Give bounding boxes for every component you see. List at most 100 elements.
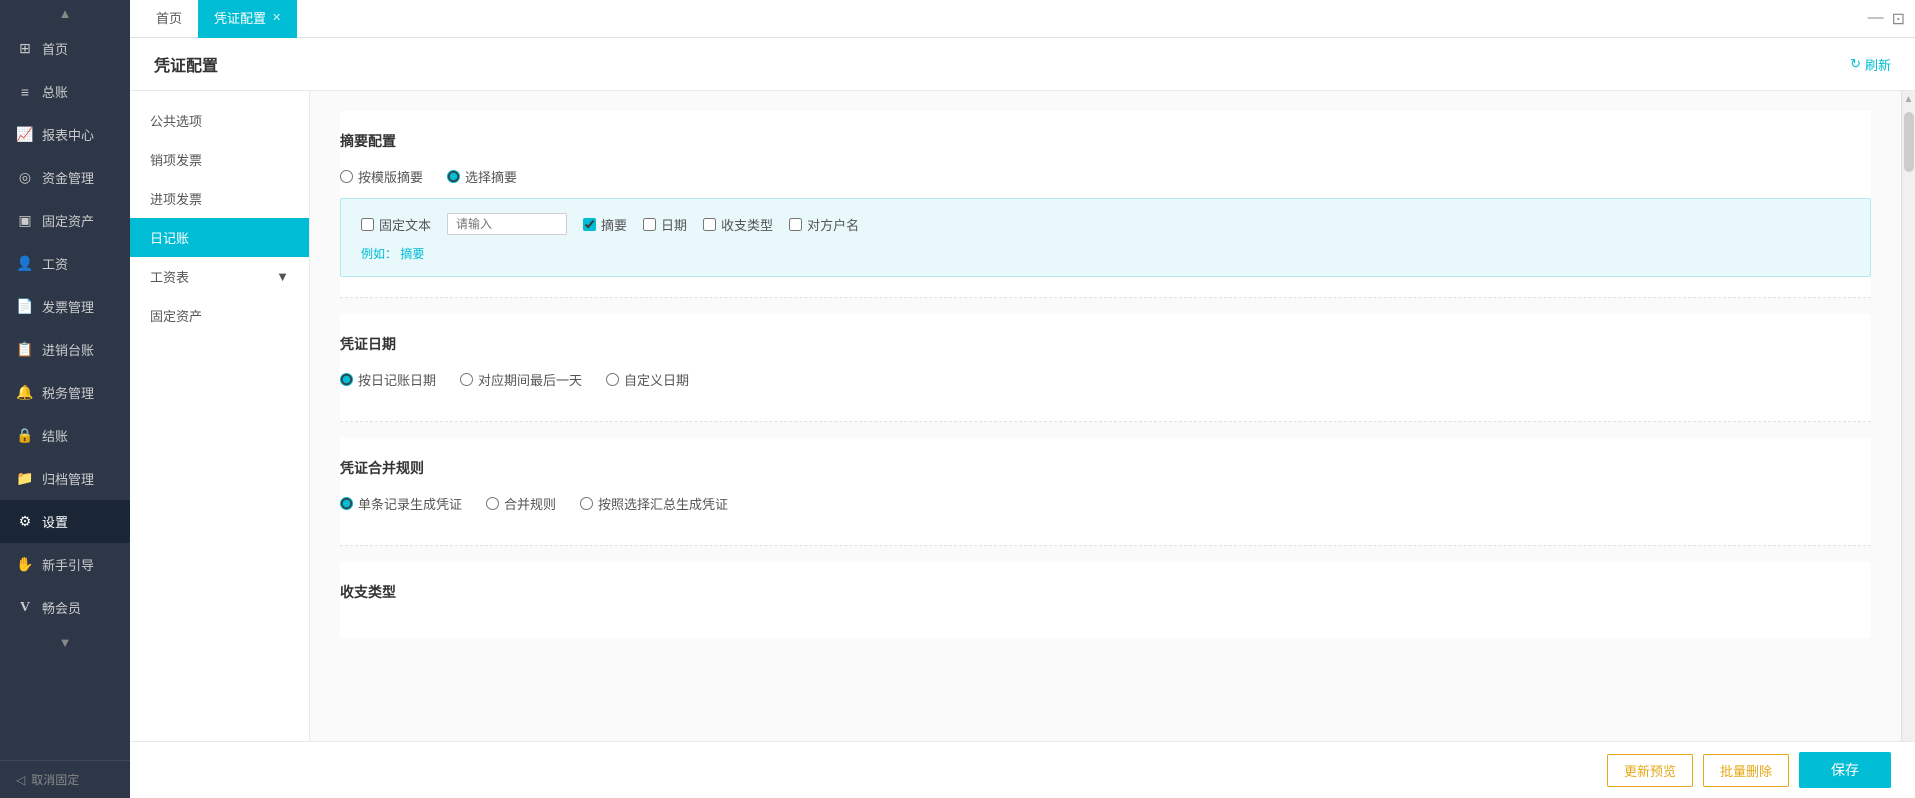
vip-icon: V xyxy=(16,600,34,616)
by-selection-option[interactable]: 按照选择汇总生成凭证 xyxy=(580,494,728,513)
merge-rule-radio[interactable] xyxy=(486,497,499,510)
sidebar-item-purchase-sales[interactable]: 📋 进销台账 xyxy=(0,328,130,371)
sidebar-item-salary[interactable]: 👤 工资 xyxy=(0,242,130,285)
income-expense-checkbox-option[interactable]: 收支类型 xyxy=(703,215,773,234)
scroll-up-arrow[interactable]: ▲ xyxy=(1901,91,1915,108)
custom-date-radio[interactable] xyxy=(606,373,619,386)
left-nav-sales-invoice[interactable]: 销项发票 xyxy=(130,140,309,179)
minimize-icon[interactable]: — xyxy=(1868,9,1884,29)
home-icon: ⊞ xyxy=(16,40,34,57)
sidebar-item-vip-label: 畅会员 xyxy=(42,598,81,617)
counterpart-checkbox[interactable] xyxy=(789,218,802,231)
sidebar-item-salary-label: 工资 xyxy=(42,254,68,273)
template-summary-radio[interactable] xyxy=(340,170,353,183)
date-radio-group: 按日记账日期 对应期间最后一天 自定义日期 xyxy=(340,370,1871,389)
template-summary-option[interactable]: 按模版摘要 xyxy=(340,167,423,186)
example-value: 摘要 xyxy=(400,247,424,261)
sidebar-scroll-up[interactable]: ▲ xyxy=(0,0,130,27)
sidebar-item-invoice-mgmt[interactable]: 📄 发票管理 xyxy=(0,285,130,328)
refresh-label: 刷新 xyxy=(1865,55,1891,74)
select-summary-radio[interactable] xyxy=(447,170,460,183)
sidebar-item-guide[interactable]: ✋ 新手引导 xyxy=(0,543,130,586)
by-journal-date-label: 按日记账日期 xyxy=(358,370,436,389)
income-expense-checkbox[interactable] xyxy=(703,218,716,231)
maximize-icon[interactable]: ⊡ xyxy=(1892,9,1905,29)
left-nav-salary-table-label: 工资表 xyxy=(150,267,189,286)
refresh-button[interactable]: ↻ 刷新 xyxy=(1850,55,1891,74)
update-preview-button[interactable]: 更新预览 xyxy=(1607,754,1693,787)
merge-section-title: 凭证合并规则 xyxy=(340,458,1871,478)
select-summary-option[interactable]: 选择摘要 xyxy=(447,167,517,186)
left-nav-salary-table[interactable]: 工资表 ▼ xyxy=(130,257,309,296)
batch-delete-button[interactable]: 批量删除 xyxy=(1703,754,1789,787)
by-selection-radio[interactable] xyxy=(580,497,593,510)
last-day-label: 对应期间最后一天 xyxy=(478,370,582,389)
sidebar: ▲ ⊞ 首页 ≡ 总账 📈 报表中心 ◎ 资金管理 ▣ 固定资产 👤 工资 📄 … xyxy=(0,0,130,798)
left-nav-sales-invoice-label: 销项发票 xyxy=(150,150,202,169)
merge-rule-option[interactable]: 合并规则 xyxy=(486,494,556,513)
counterpart-checkbox-option[interactable]: 对方户名 xyxy=(789,215,859,234)
salary-icon: 👤 xyxy=(16,255,34,272)
fixed-text-checkbox[interactable] xyxy=(361,218,374,231)
funds-icon: ◎ xyxy=(16,169,34,186)
single-record-label: 单条记录生成凭证 xyxy=(358,494,462,513)
fixed-text-option[interactable]: 固定文本 xyxy=(361,215,431,234)
sidebar-scroll-down[interactable]: ▼ xyxy=(0,629,130,656)
sidebar-item-tax[interactable]: 🔔 税务管理 xyxy=(0,371,130,414)
assets-icon: ▣ xyxy=(16,212,34,229)
refresh-icon: ↻ xyxy=(1850,56,1861,72)
scroll-thumb[interactable] xyxy=(1904,112,1914,172)
by-journal-date-option[interactable]: 按日记账日期 xyxy=(340,370,436,389)
merge-rule-label: 合并规则 xyxy=(504,494,556,513)
sidebar-item-reports[interactable]: 📈 报表中心 xyxy=(0,113,130,156)
left-nav-public-label: 公共选项 xyxy=(150,111,202,130)
page-header: 凭证配置 ↻ 刷新 xyxy=(130,38,1915,91)
sidebar-item-ledger[interactable]: ≡ 总账 xyxy=(0,70,130,113)
sidebar-item-settings[interactable]: ⚙ 设置 xyxy=(0,500,130,543)
tab-bar: 首页 凭证配置 ✕ — ⊡ xyxy=(130,0,1915,38)
bottom-bar: 更新预览 批量删除 保存 xyxy=(130,741,1915,798)
last-day-option[interactable]: 对应期间最后一天 xyxy=(460,370,582,389)
left-nav-purchase-invoice[interactable]: 进项发票 xyxy=(130,179,309,218)
scrollbar[interactable]: ▲ xyxy=(1901,91,1915,741)
summary-checkbox[interactable] xyxy=(583,218,596,231)
select-summary-label: 选择摘要 xyxy=(465,167,517,186)
sidebar-item-close[interactable]: 🔒 结账 xyxy=(0,414,130,457)
sidebar-item-archive[interactable]: 📁 归档管理 xyxy=(0,457,130,500)
window-controls: — ⊡ xyxy=(1868,9,1905,29)
date-checkbox-option[interactable]: 日期 xyxy=(643,215,687,234)
by-journal-date-radio[interactable] xyxy=(340,373,353,386)
by-selection-label: 按照选择汇总生成凭证 xyxy=(598,494,728,513)
tab-voucher-config[interactable]: 凭证配置 ✕ xyxy=(198,0,297,38)
last-day-radio[interactable] xyxy=(460,373,473,386)
sidebar-item-vip[interactable]: V 畅会员 xyxy=(0,586,130,629)
save-button[interactable]: 保存 xyxy=(1799,752,1891,788)
sidebar-item-home[interactable]: ⊞ 首页 xyxy=(0,27,130,70)
right-content: 摘要配置 按模版摘要 选择摘要 xyxy=(310,91,1901,741)
left-nav-fixed-assets[interactable]: 固定资产 xyxy=(130,296,309,335)
tab-close-icon[interactable]: ✕ xyxy=(272,11,281,24)
date-checkbox[interactable] xyxy=(643,218,656,231)
template-summary-label: 按模版摘要 xyxy=(358,167,423,186)
custom-date-option[interactable]: 自定义日期 xyxy=(606,370,689,389)
summary-checkbox-label: 摘要 xyxy=(601,215,627,234)
chevron-down-icon: ▼ xyxy=(276,269,289,284)
tab-home[interactable]: 首页 xyxy=(140,0,198,38)
example-label: 例如： xyxy=(361,247,397,261)
summary-config-row: 固定文本 摘要 日期 xyxy=(361,213,1850,235)
summary-checkbox-option[interactable]: 摘要 xyxy=(583,215,627,234)
single-record-radio[interactable] xyxy=(340,497,353,510)
left-nav-public[interactable]: 公共选项 xyxy=(130,101,309,140)
sidebar-item-assets[interactable]: ▣ 固定资产 xyxy=(0,199,130,242)
sidebar-item-funds[interactable]: ◎ 资金管理 xyxy=(0,156,130,199)
tab-voucher-config-label: 凭证配置 xyxy=(214,8,266,27)
left-nav-journal[interactable]: 日记账 xyxy=(130,218,309,257)
tax-icon: 🔔 xyxy=(16,384,34,401)
example-text: 例如： 摘要 xyxy=(361,245,1850,262)
sidebar-cancel-pin[interactable]: ◁ 取消固定 xyxy=(0,760,130,798)
merge-section: 凭证合并规则 单条记录生成凭证 合并规则 按照选择汇总生成凭证 xyxy=(340,438,1871,546)
summary-section-title: 摘要配置 xyxy=(340,131,1871,151)
date-section: 凭证日期 按日记账日期 对应期间最后一天 自定义日期 xyxy=(340,314,1871,422)
single-record-option[interactable]: 单条记录生成凭证 xyxy=(340,494,462,513)
fixed-text-input[interactable] xyxy=(447,213,567,235)
